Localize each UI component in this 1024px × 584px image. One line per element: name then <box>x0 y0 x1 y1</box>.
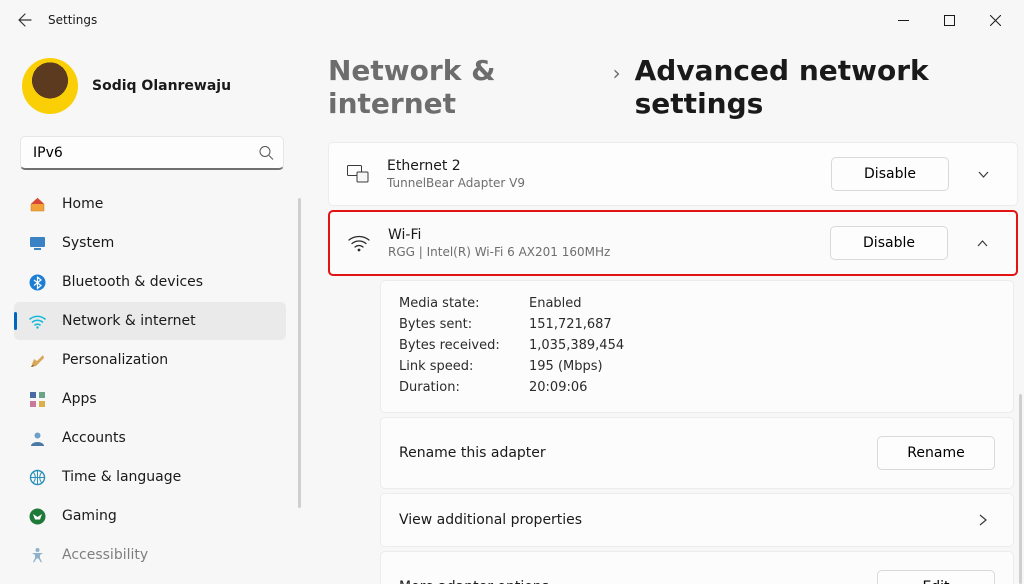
arrow-left-icon <box>17 12 33 28</box>
accessibility-icon <box>28 546 46 564</box>
page-title: Advanced network settings <box>635 54 1018 120</box>
bluetooth-icon <box>28 273 46 291</box>
more-adapter-options-row: More adapter options Edit <box>380 551 1014 584</box>
rename-adapter-row: Rename this adapter Rename <box>380 417 1014 489</box>
expand-button[interactable] <box>967 168 999 181</box>
sidebar-item-label: Accounts <box>62 430 126 446</box>
maximize-button[interactable] <box>926 0 972 40</box>
sidebar-item-label: Network & internet <box>62 313 196 329</box>
main-content: Network & internet › Advanced network se… <box>300 40 1024 584</box>
sidebar: Sodiq Olanrewaju Home System Bluetooth &… <box>0 40 300 584</box>
adapter-card-wifi: Wi-Fi RGG | Intel(R) Wi-Fi 6 AX201 160MH… <box>328 210 1018 276</box>
sidebar-item-label: Accessibility <box>62 547 148 563</box>
system-icon <box>28 234 46 252</box>
close-button[interactable] <box>972 0 1018 40</box>
sidebar-item-time-language[interactable]: Time & language <box>14 458 286 496</box>
chevron-right-icon <box>971 513 995 527</box>
profile-section[interactable]: Sodiq Olanrewaju <box>8 40 296 136</box>
sidebar-item-personalization[interactable]: Personalization <box>14 341 286 379</box>
minimize-icon <box>898 15 909 26</box>
detail-value: 151,721,687 <box>529 317 612 332</box>
window-controls <box>880 0 1018 40</box>
detail-key: Duration: <box>399 380 529 395</box>
adapter-title: Ethernet 2 <box>387 158 813 174</box>
sidebar-item-accessibility[interactable]: Accessibility <box>14 536 286 574</box>
gaming-icon <box>28 507 46 525</box>
wifi-details-section: Media state:Enabled Bytes sent:151,721,6… <box>380 280 1014 584</box>
main-scrollbar[interactable] <box>1019 394 1022 584</box>
sidebar-item-label: Bluetooth & devices <box>62 274 203 290</box>
rename-label: Rename this adapter <box>399 445 877 461</box>
sidebar-item-system[interactable]: System <box>14 224 286 262</box>
search-input[interactable] <box>20 136 284 170</box>
disable-button[interactable]: Disable <box>831 157 949 191</box>
sidebar-item-bluetooth[interactable]: Bluetooth & devices <box>14 263 286 301</box>
detail-value: Enabled <box>529 296 582 311</box>
sidebar-item-accounts[interactable]: Accounts <box>14 419 286 457</box>
ethernet-icon <box>347 165 369 183</box>
sidebar-item-label: Home <box>62 196 103 212</box>
disable-button[interactable]: Disable <box>830 226 948 260</box>
search-wrap <box>20 136 284 170</box>
chevron-down-icon <box>977 168 990 181</box>
view-properties-label: View additional properties <box>399 512 971 528</box>
breadcrumb: Network & internet › Advanced network se… <box>328 54 1018 120</box>
wifi-icon <box>348 234 370 252</box>
detail-key: Link speed: <box>399 359 529 374</box>
collapse-button[interactable] <box>966 237 998 250</box>
more-options-label: More adapter options <box>399 579 877 584</box>
network-icon <box>28 312 46 330</box>
home-icon <box>28 195 46 213</box>
sidebar-item-label: Gaming <box>62 508 117 524</box>
apps-icon <box>28 390 46 408</box>
detail-value: 20:09:06 <box>529 380 587 395</box>
sidebar-item-apps[interactable]: Apps <box>14 380 286 418</box>
adapter-card-ethernet: Ethernet 2 TunnelBear Adapter V9 Disable <box>328 142 1018 206</box>
detail-key: Media state: <box>399 296 529 311</box>
sidebar-item-label: Apps <box>62 391 97 407</box>
minimize-button[interactable] <box>880 0 926 40</box>
adapter-subtitle: TunnelBear Adapter V9 <box>387 176 813 190</box>
user-name: Sodiq Olanrewaju <box>92 78 231 94</box>
rename-button[interactable]: Rename <box>877 436 995 470</box>
chevron-up-icon <box>976 237 989 250</box>
detail-value: 1,035,389,454 <box>529 338 624 353</box>
edit-button[interactable]: Edit <box>877 570 995 584</box>
sidebar-item-label: Time & language <box>62 469 181 485</box>
sidebar-item-network[interactable]: Network & internet <box>14 302 286 340</box>
titlebar: Settings <box>0 0 1024 40</box>
sidebar-item-home[interactable]: Home <box>14 185 286 223</box>
adapter-details: Media state:Enabled Bytes sent:151,721,6… <box>380 280 1014 413</box>
sidebar-item-label: Personalization <box>62 352 168 368</box>
app-title: Settings <box>48 13 97 27</box>
detail-value: 195 (Mbps) <box>529 359 603 374</box>
sidebar-item-label: System <box>62 235 114 251</box>
maximize-icon <box>944 15 955 26</box>
sidebar-item-gaming[interactable]: Gaming <box>14 497 286 535</box>
avatar <box>22 58 78 114</box>
adapter-title: Wi-Fi <box>388 227 812 243</box>
view-properties-row[interactable]: View additional properties <box>380 493 1014 547</box>
close-icon <box>990 15 1001 26</box>
adapter-subtitle: RGG | Intel(R) Wi-Fi 6 AX201 160MHz <box>388 245 812 259</box>
detail-key: Bytes sent: <box>399 317 529 332</box>
personalization-icon <box>28 351 46 369</box>
accounts-icon <box>28 429 46 447</box>
chevron-right-icon: › <box>613 61 621 85</box>
back-button[interactable] <box>6 1 44 39</box>
detail-key: Bytes received: <box>399 338 529 353</box>
breadcrumb-parent[interactable]: Network & internet <box>328 54 599 120</box>
time-language-icon <box>28 468 46 486</box>
nav-list: Home System Bluetooth & devices Network … <box>8 184 296 575</box>
